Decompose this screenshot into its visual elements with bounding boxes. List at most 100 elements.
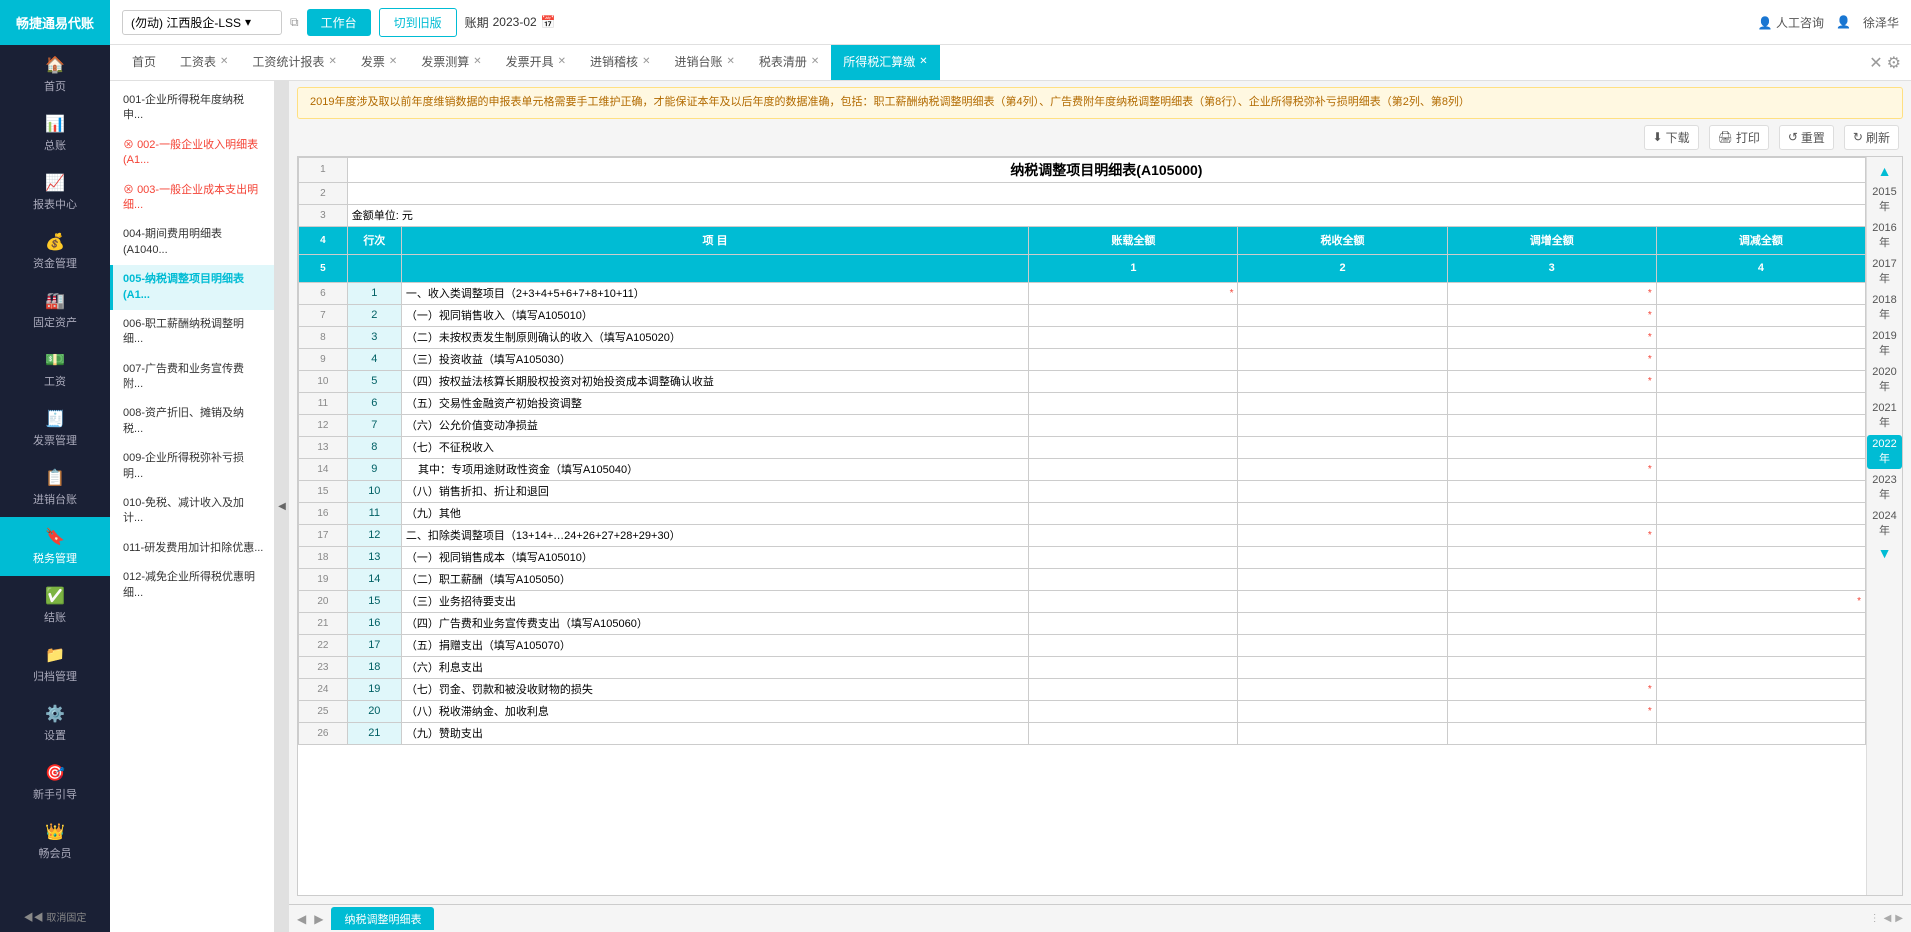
oldver-button[interactable]: 切到旧版 [379, 8, 457, 37]
tab-home[interactable]: 首页 [120, 45, 168, 81]
subnav-item-011[interactable]: 011-研发费用加计扣除优惠... [110, 534, 274, 563]
sidebar-item-guide-label: 新手引导 [33, 786, 77, 802]
tab-inout-ledger[interactable]: 进销台账 ✕ [662, 45, 746, 81]
tab-salary-close[interactable]: ✕ [220, 56, 228, 67]
home-icon: 🏠 [45, 55, 65, 75]
sidebar-item-ledger[interactable]: 📊 总账 [0, 104, 110, 163]
tab-tax-table[interactable]: 税表清册 ✕ [747, 45, 831, 81]
tab-tax-table-close[interactable]: ✕ [811, 56, 819, 67]
sidebar-item-salary[interactable]: 💵 工资 [0, 340, 110, 399]
tab-salary-report-close[interactable]: ✕ [328, 56, 336, 67]
subnav-item-003[interactable]: ⊗ 003-一般企业成本支出明细... [110, 176, 274, 221]
subnav-item-007[interactable]: 007-广告费和业务宣传费附... [110, 355, 274, 400]
tab-invoice-calc-close[interactable]: ✕ [473, 56, 481, 67]
sheet-tabbar: ◀ ▶ 纳税调整明细表 ⋮ ◀ ▶ [289, 904, 1911, 932]
topbar: (勿动) 江西股企-LSS ▾ ⧉ 工作台 切到旧版 账期 2023-02 📅 … [110, 0, 1911, 45]
archive-icon: 📁 [45, 645, 65, 665]
year-2020[interactable]: 2020年 [1867, 363, 1902, 397]
download-button[interactable]: ⬇ 下载 [1644, 125, 1699, 150]
table-row: 16 11 （九）其他 [299, 502, 1866, 524]
tab-invoice[interactable]: 发票 ✕ [349, 45, 409, 81]
subnav-item-001[interactable]: 001-企业所得税年度纳税申... [110, 86, 274, 131]
tabbar: 首页 工资表 ✕ 工资统计报表 ✕ 发票 ✕ 发票测算 ✕ 发票开具 ✕ 进销稽… [110, 45, 1911, 81]
col-header-rownum: 4 [299, 226, 348, 254]
subnav-item-002[interactable]: ⊗ 002-一般企业收入明细表(A1... [110, 131, 274, 176]
sidebar-item-reports-label: 报表中心 [33, 196, 77, 212]
sidebar-item-home[interactable]: 🏠 首页 [0, 45, 110, 104]
sheet-tab-main[interactable]: 纳税调整明细表 [331, 907, 434, 930]
sidebar-item-guide[interactable]: 🎯 新手引导 [0, 753, 110, 812]
tab-invoice-calc[interactable]: 发票测算 ✕ [409, 45, 493, 81]
year-2019[interactable]: 2019年 [1867, 327, 1902, 361]
subnav-item-006[interactable]: 006-职工薪酬纳税调整明细... [110, 310, 274, 355]
tabbar-settings-icon[interactable]: ⚙ [1887, 53, 1901, 73]
print-button[interactable]: 🖨 打印 [1709, 125, 1769, 150]
sidebar-item-assets[interactable]: 🏭 固定资产 [0, 281, 110, 340]
sidebar-item-inout[interactable]: 📋 进销台账 [0, 458, 110, 517]
year-2021[interactable]: 2021年 [1867, 399, 1902, 433]
chevron-down-icon: ▾ [245, 15, 251, 29]
tab-invoice-issue[interactable]: 发票开具 ✕ [494, 45, 578, 81]
tab-inout-check[interactable]: 进销稽核 ✕ [578, 45, 662, 81]
sidebar-item-assets-label: 固定资产 [33, 314, 77, 330]
company-selector[interactable]: (勿动) 江西股企-LSS ▾ [122, 10, 282, 35]
year-2022[interactable]: 2022年 [1867, 435, 1902, 469]
unpin-button[interactable]: ◀◀ 取消固定 [0, 901, 110, 932]
sheet-area: 1 纳税调整项目明细表(A105000) 2 3 金额单 [297, 156, 1903, 896]
table-row: 23 18 （六）利息支出 [299, 656, 1866, 678]
sidebar-item-invoice[interactable]: 🧾 发票管理 [0, 399, 110, 458]
tab-invoice-issue-close[interactable]: ✕ [558, 56, 566, 67]
year-2023[interactable]: 2023年 [1867, 471, 1902, 505]
sheet-nav-left[interactable]: ◀ [297, 912, 306, 926]
year-2015[interactable]: 2015年 [1867, 183, 1902, 217]
subnav-item-012[interactable]: 012-减免企业所得税优惠明细... [110, 563, 274, 608]
sidebar-item-settings[interactable]: ⚙️ 设置 [0, 694, 110, 753]
sheet-scroll[interactable]: 1 纳税调整项目明细表(A105000) 2 3 金额单 [298, 157, 1866, 895]
calendar-icon[interactable]: 📅 [541, 15, 556, 29]
subnav-item-005[interactable]: 005-纳税调整项目明细表(A1... [110, 265, 274, 310]
table-row: 14 9 其中：专项用途财政性资金（填写A105040） * [299, 458, 1866, 480]
user-service[interactable]: 👤 人工咨询 [1758, 14, 1824, 31]
sidebar-item-tax[interactable]: 🔖 税务管理 [0, 517, 110, 576]
subnav-item-004[interactable]: 004-期间费用明细表(A1040... [110, 220, 274, 265]
tab-inout-ledger-close[interactable]: ✕ [726, 56, 734, 67]
table-row: 24 19 （七）罚金、罚款和被没收财物的损失 * [299, 678, 1866, 700]
year-2024[interactable]: 2024年 [1867, 507, 1902, 541]
subnav-item-008[interactable]: 008-资产折旧、摊销及纳税... [110, 399, 274, 444]
table-row: 1 纳税调整项目明细表(A105000) [299, 157, 1866, 182]
tab-tax-settle[interactable]: 所得税汇算缴 ✕ [831, 45, 939, 81]
tab-invoice-close[interactable]: ✕ [389, 56, 397, 67]
year-nav-up[interactable]: ▲ [1876, 161, 1894, 181]
sidebar-item-archive[interactable]: 📁 归档管理 [0, 635, 110, 694]
tab-tax-settle-close[interactable]: ✕ [919, 56, 927, 67]
year-2018[interactable]: 2018年 [1867, 291, 1902, 325]
subnav-item-009[interactable]: 009-企业所得税弥补亏损明... [110, 444, 274, 489]
sidebar-item-settings-label: 设置 [44, 727, 66, 743]
tab-salary-report[interactable]: 工资统计报表 ✕ [240, 45, 348, 81]
salary-icon: 💵 [45, 350, 65, 370]
table-row: 10 5 （四）按权益法核算长期股权投资对初始投资成本调整确认收益 * [299, 370, 1866, 392]
year-2017[interactable]: 2017年 [1867, 255, 1902, 289]
year-nav-down[interactable]: ▼ [1876, 543, 1894, 563]
collapse-handle[interactable]: ◀ [275, 81, 289, 932]
reports-icon: 📈 [45, 173, 65, 193]
tab-salary[interactable]: 工资表 ✕ [168, 45, 240, 81]
table-row: 20 15 （三）业务招待要支出 * [299, 590, 1866, 612]
sidebar-item-member[interactable]: 👑 畅会员 [0, 812, 110, 871]
refresh-button[interactable]: ↻ 刷新 [1844, 125, 1899, 150]
sheet-nav-right[interactable]: ▶ [314, 912, 323, 926]
subnav-item-010[interactable]: 010-免税、减计收入及加计... [110, 489, 274, 534]
main-panel: 2019年度涉及取以前年度维销数据的申报表单元格需要手工维护正确，才能保证本年及… [289, 81, 1911, 932]
reset-button[interactable]: ↺ 重置 [1779, 125, 1834, 150]
table-row: 7 2 （一）视同销售收入（填写A105010） * [299, 304, 1866, 326]
table-row: 26 21 （九）赞助支出 [299, 722, 1866, 744]
sidebar-item-finance[interactable]: 💰 资金管理 [0, 222, 110, 281]
col-header-xuhao: 行次 [347, 226, 401, 254]
workbench-button[interactable]: 工作台 [307, 9, 371, 36]
sidebar-item-reports[interactable]: 📈 报表中心 [0, 163, 110, 222]
sidebar-item-checkout[interactable]: ✅ 结账 [0, 576, 110, 635]
tab-inout-check-close[interactable]: ✕ [642, 56, 650, 67]
tabbar-close-all[interactable]: ✕ [1869, 53, 1882, 73]
year-2016[interactable]: 2016年 [1867, 219, 1902, 253]
copy-icon[interactable]: ⧉ [290, 15, 299, 30]
